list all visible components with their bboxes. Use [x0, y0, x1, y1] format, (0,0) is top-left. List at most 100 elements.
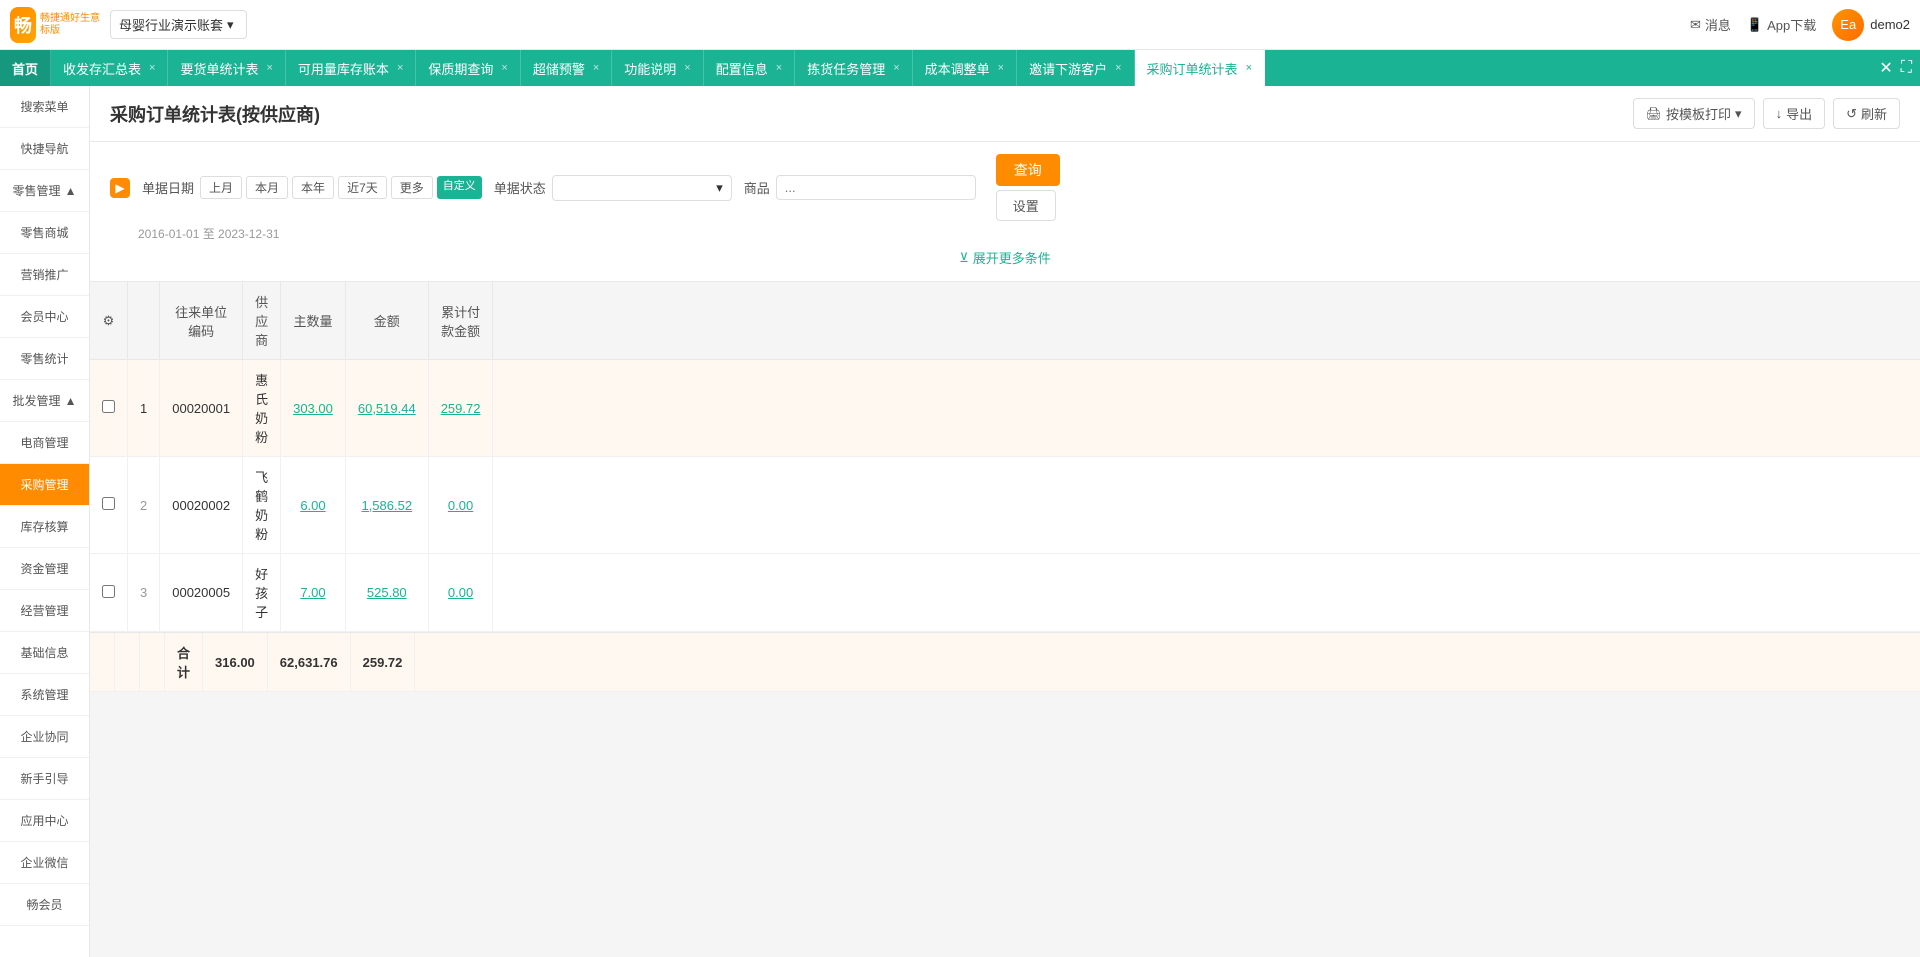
tab-jianhuo[interactable]: 拣货任务管理 ×: [795, 50, 912, 86]
shortcut-7days[interactable]: 近7天: [338, 176, 387, 199]
sidebar-item-newbie[interactable]: 新手引导: [0, 758, 89, 800]
tab-shoufacun-close[interactable]: ×: [149, 62, 155, 74]
filter-row-date: 2016-01-01 至 2023-12-31: [110, 225, 1900, 242]
export-button[interactable]: ↓ 导出: [1763, 98, 1826, 129]
footer-amount: 62,631.76: [267, 633, 350, 692]
tab-shoufacun[interactable]: 收发存汇总表 ×: [51, 50, 168, 86]
cell-checkbox[interactable]: [90, 554, 128, 632]
tab-yaoqing-close[interactable]: ×: [1115, 62, 1121, 74]
col-quantity: 主数量: [281, 282, 346, 360]
tab-jianhuo-close[interactable]: ×: [893, 62, 899, 74]
tab-gongneng[interactable]: 功能说明 ×: [612, 50, 703, 86]
tab-baozhiqi-close[interactable]: ×: [501, 62, 507, 74]
footer-paid: 259.72: [350, 633, 415, 692]
tab-yaohuo-label: 要货单统计表: [180, 59, 258, 78]
tab-peizhi-label: 配置信息: [716, 59, 768, 78]
tab-chengben[interactable]: 成本调整单 ×: [913, 50, 1017, 86]
sidebar-item-finance[interactable]: 资金管理: [0, 548, 89, 590]
shortcut-more[interactable]: 更多: [391, 176, 433, 199]
workspace-selector[interactable]: 母婴行业演示账套 ▾: [110, 10, 247, 39]
shortcut-last-month[interactable]: 上月: [200, 176, 242, 199]
expand-more-button[interactable]: ⊻ 展开更多条件: [110, 242, 1900, 273]
sidebar-item-quicknav[interactable]: 快捷导航: [0, 128, 89, 170]
filter-goods-input[interactable]: [776, 175, 976, 200]
tab-yaoqing-label: 邀请下游客户: [1029, 59, 1107, 78]
tab-yaohuo-close[interactable]: ×: [266, 62, 272, 74]
sidebar-item-ops[interactable]: 经营管理: [0, 590, 89, 632]
tab-baozhiqi[interactable]: 保质期查询 ×: [416, 50, 520, 86]
message-icon: ✉: [1690, 17, 1701, 33]
cell-paid: 0.00: [428, 554, 493, 632]
refresh-button[interactable]: ↺ 刷新: [1833, 98, 1900, 129]
sidebar-item-enterprise[interactable]: 企业协同: [0, 716, 89, 758]
sidebar-item-system[interactable]: 系统管理: [0, 674, 89, 716]
print-dropdown-icon: ▾: [1735, 106, 1742, 122]
logo-area: 畅 畅捷通好生意 标版: [10, 7, 100, 43]
col-settings[interactable]: ⚙: [90, 282, 128, 360]
sidebar-item-purchase[interactable]: 采购管理: [0, 464, 89, 506]
sidebar-item-search[interactable]: 搜索菜单: [0, 86, 89, 128]
page-content: 采购订单统计表(按供应商) 🖨 按模板打印 ▾ ↓ 导出 ↺ 刷新: [90, 86, 1920, 632]
sidebar-item-marketing[interactable]: 营销推广: [0, 254, 89, 296]
row-checkbox[interactable]: [102, 585, 115, 598]
sidebar-item-wholesale[interactable]: 批发管理 ▲: [0, 380, 89, 422]
footer-row: 合计 316.00 62,631.76 259.72: [90, 633, 1920, 692]
top-bar: 畅 畅捷通好生意 标版 母婴行业演示账套 ▾ ✉ 消息 📱 App下载 Ea d…: [0, 0, 1920, 50]
sidebar-item-retail-shop[interactable]: 零售商城: [0, 212, 89, 254]
tab-keyongliang-label: 可用量库存账本: [298, 59, 389, 78]
tab-chaochuyujing-close[interactable]: ×: [593, 62, 599, 74]
tab-baozhiqi-label: 保质期查询: [428, 59, 493, 78]
page-title: 采购订单统计表(按供应商): [110, 101, 320, 127]
tab-chengben-label: 成本调整单: [925, 59, 990, 78]
sidebar-item-ecommerce[interactable]: 电商管理: [0, 422, 89, 464]
settings-button[interactable]: 设置: [996, 190, 1056, 221]
message-label: 消息: [1705, 15, 1731, 34]
table-container: ⚙ 往来单位编码 供应商 主数量 金额 累计付款金额: [90, 282, 1920, 632]
cell-index: 2: [128, 457, 160, 554]
tab-caigou-close[interactable]: ×: [1246, 62, 1252, 74]
tab-yaoqing[interactable]: 邀请下游客户 ×: [1017, 50, 1134, 86]
sidebar-item-appcenter[interactable]: 应用中心: [0, 800, 89, 842]
sidebar-item-retail-stats[interactable]: 零售统计: [0, 338, 89, 380]
filter-row-1: ▶ 单据日期 上月 本月 本年 近7天 更多 自定义 单据状态: [110, 154, 1900, 221]
expand-tab-button[interactable]: ⛶: [1901, 59, 1912, 77]
tab-chaochuyujing[interactable]: 超储预警 ×: [521, 50, 612, 86]
tab-yaohuo[interactable]: 要货单统计表 ×: [168, 50, 285, 86]
tab-peizhi-close[interactable]: ×: [776, 62, 782, 74]
cell-checkbox[interactable]: [90, 360, 128, 457]
query-button[interactable]: 查询: [996, 154, 1060, 186]
sidebar-item-wechat[interactable]: 企业微信: [0, 842, 89, 884]
toggle-filter-button[interactable]: ▶: [110, 178, 130, 198]
row-checkbox[interactable]: [102, 400, 115, 413]
row-checkbox[interactable]: [102, 497, 115, 510]
data-table: ⚙ 往来单位编码 供应商 主数量 金额 累计付款金额: [90, 282, 1920, 632]
tab-keyongliang-close[interactable]: ×: [397, 62, 403, 74]
sidebar-item-retail-mgmt[interactable]: 零售管理 ▲: [0, 170, 89, 212]
message-button[interactable]: ✉ 消息: [1690, 15, 1731, 34]
tab-gongneng-close[interactable]: ×: [684, 62, 690, 74]
tab-caigou-active[interactable]: 采购订单统计表 ×: [1135, 50, 1265, 86]
cell-checkbox[interactable]: [90, 457, 128, 554]
tab-peizhi[interactable]: 配置信息 ×: [704, 50, 795, 86]
logo-text: 畅捷通好生意 标版: [40, 13, 100, 37]
filter-status-select[interactable]: ▾: [552, 175, 732, 201]
col-amount: 金额: [345, 282, 428, 360]
sidebar-item-basic[interactable]: 基础信息: [0, 632, 89, 674]
shortcut-this-month[interactable]: 本月: [246, 176, 288, 199]
filter-status-item: 单据状态 ▾: [494, 175, 732, 201]
sidebar: 搜索菜单 快捷导航 零售管理 ▲ 零售商城 营销推广 会员中心 零售统计 批发管…: [0, 86, 90, 957]
table-row: 2 00020002 飞鹤奶粉 6.00 1,586.52 0.00: [90, 457, 1920, 554]
sidebar-item-member[interactable]: 会员中心: [0, 296, 89, 338]
tab-home-label: 首页: [12, 59, 38, 78]
tab-chengben-close[interactable]: ×: [998, 62, 1004, 74]
shortcut-this-year[interactable]: 本年: [292, 176, 334, 199]
close-tab-button[interactable]: ✕: [1879, 58, 1892, 78]
tab-home[interactable]: 首页: [0, 50, 51, 86]
logo-icon: 畅: [10, 7, 36, 43]
print-button[interactable]: 🖨 按模板打印 ▾: [1633, 98, 1755, 129]
sidebar-item-member2[interactable]: 畅会员: [0, 884, 89, 926]
cell-amount: 525.80: [345, 554, 428, 632]
sidebar-item-inventory[interactable]: 库存核算: [0, 506, 89, 548]
app-download-button[interactable]: 📱 App下载: [1747, 15, 1816, 34]
tab-keyongliang[interactable]: 可用量库存账本 ×: [286, 50, 416, 86]
